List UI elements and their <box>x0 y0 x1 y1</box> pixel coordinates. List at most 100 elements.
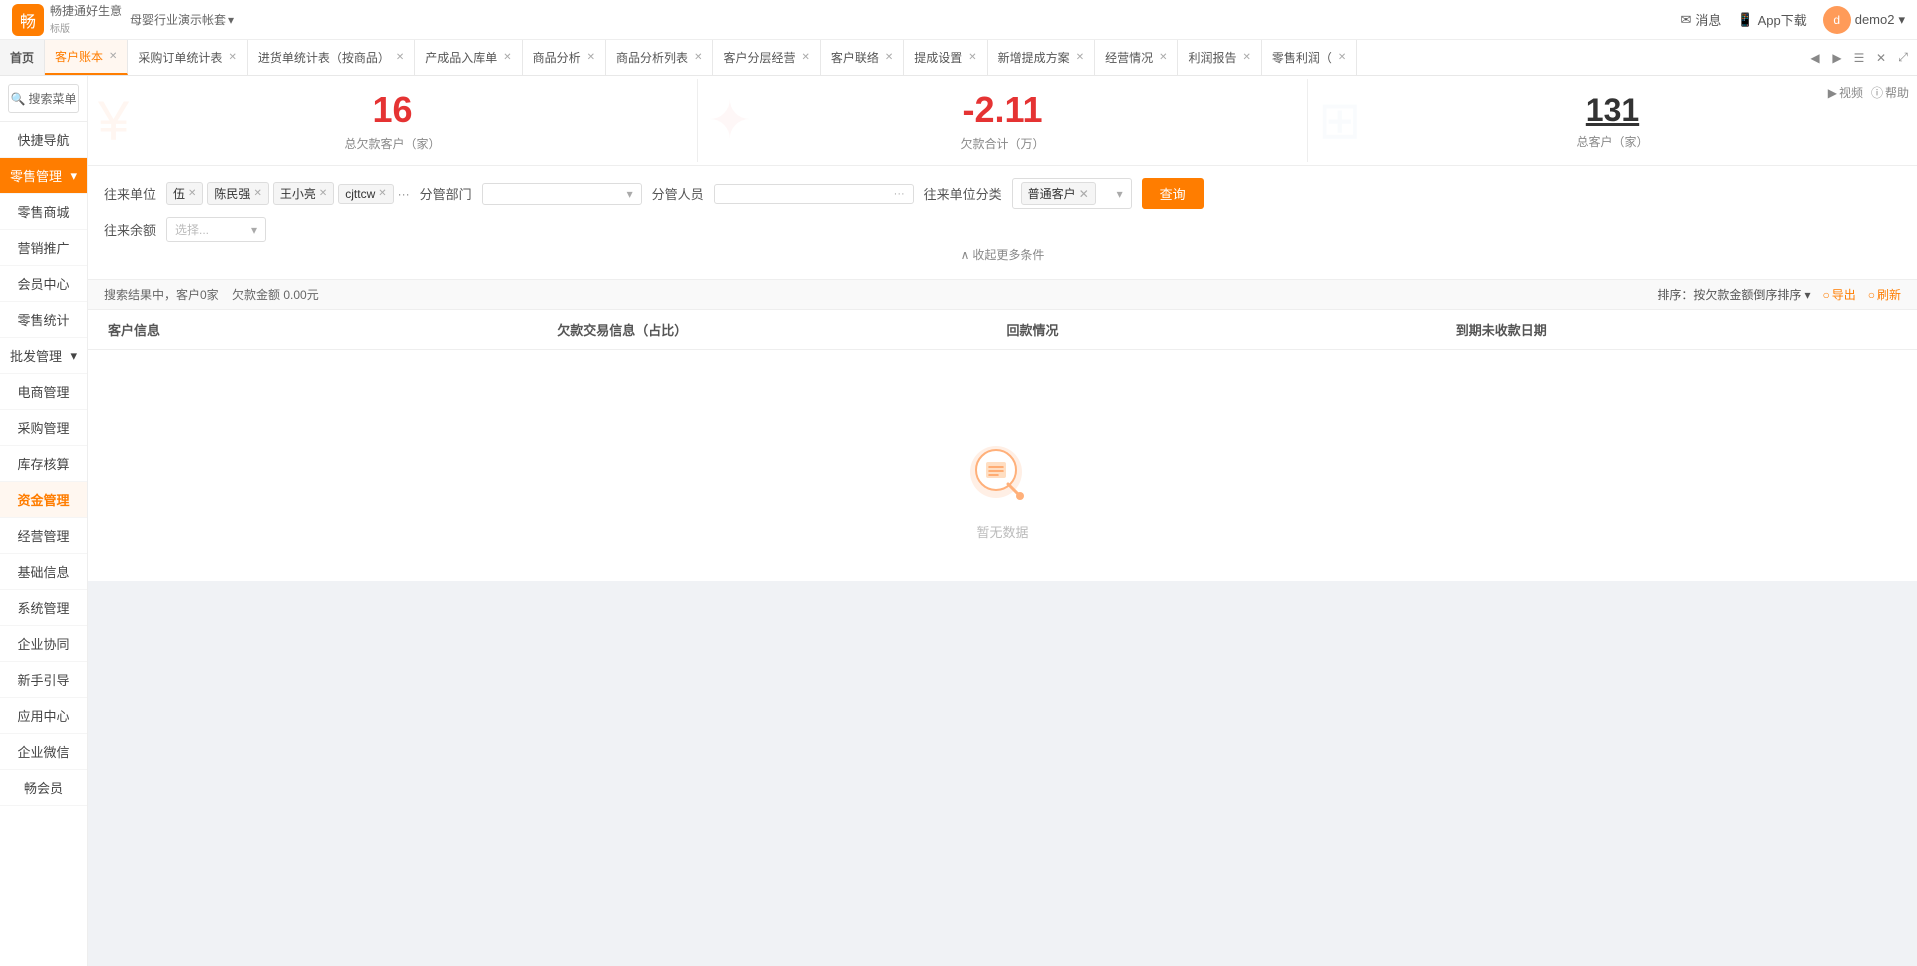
close-icon[interactable]: ✕ <box>1243 52 1251 63</box>
app-download-button[interactable]: 📱 App下载 <box>1737 10 1806 29</box>
help-button[interactable]: ⓘ 帮助 <box>1871 84 1909 101</box>
close-icon[interactable]: ✕ <box>109 51 117 62</box>
mobile-icon: 📱 <box>1737 12 1753 28</box>
tab-product-in[interactable]: 产成品入库单 ✕ <box>415 40 522 75</box>
sidebar-item-new-guide[interactable]: 新手引导 <box>0 662 87 698</box>
stat-clients-value: 131 <box>1586 92 1639 129</box>
collapse-area: ∧ 收起更多条件 <box>104 242 1901 267</box>
search-result-text: 搜索结果中，客户0家 欠款金额 0.00元 <box>104 286 319 303</box>
customer-layer-tab-label: 客户分层经营 <box>723 49 795 66</box>
chevron-down-icon: ▾ <box>1117 187 1123 201</box>
category-select[interactable]: 普通客户 ✕ ▾ <box>1012 178 1132 209</box>
close-icon[interactable]: ✕ <box>228 52 236 63</box>
filter-tag-cjttcw: cjttcw ✕ <box>338 184 393 204</box>
sidebar-item-enterprise[interactable]: 企业协同 <box>0 626 87 662</box>
tabs-menu-button[interactable]: ☰ <box>1849 48 1869 68</box>
sort-selector[interactable]: 排序：按欠款金额倒序排序 ▾ <box>1657 286 1810 303</box>
close-icon[interactable]: ✕ <box>694 52 702 63</box>
close-icon[interactable]: ✕ <box>801 52 809 63</box>
remove-tag-wang[interactable]: ✕ <box>319 188 327 199</box>
sidebar-item-quick-nav[interactable]: 快捷导航 <box>0 122 87 158</box>
remove-tag-wu[interactable]: ✕ <box>188 188 196 199</box>
close-icon[interactable]: ✕ <box>885 52 893 63</box>
stat-total-customers: ¥ 16 总欠款客户（家） <box>88 79 698 162</box>
chevron-down-icon: ▾ <box>251 223 257 237</box>
purchase-tab-label: 采购订单统计表 <box>138 49 222 66</box>
tab-profit[interactable]: 利润报告 ✕ <box>1178 40 1261 75</box>
sidebar-item-retail-mall[interactable]: 零售商城 <box>0 194 87 230</box>
unit-label: 往来单位 <box>104 184 156 203</box>
tabs-expand-button[interactable]: ⤢ <box>1893 48 1913 68</box>
dept-select[interactable]: ▾ <box>482 183 642 205</box>
sidebar-item-app-center[interactable]: 应用中心 <box>0 698 87 734</box>
close-icon[interactable]: ✕ <box>968 52 976 63</box>
query-button[interactable]: 查询 <box>1142 178 1204 209</box>
chevron-down-icon: ▾ <box>1898 12 1905 28</box>
close-icon[interactable]: ✕ <box>1159 52 1167 63</box>
message-button[interactable]: ✉ 消息 <box>1680 10 1721 29</box>
sidebar-item-vip-member[interactable]: 畅会员 <box>0 770 87 806</box>
sidebar-item-base-info[interactable]: 基础信息 <box>0 554 87 590</box>
tab-home[interactable]: 首页 <box>0 40 45 75</box>
tab-stock[interactable]: 进货单统计表（按商品） ✕ <box>248 40 415 75</box>
filter-tag-wu: 伍 ✕ <box>166 182 203 205</box>
sidebar-item-marketing[interactable]: 营销推广 <box>0 230 87 266</box>
collapse-button[interactable]: ∧ 收起更多条件 <box>961 246 1045 263</box>
sidebar-item-ecommerce[interactable]: 电商管理 <box>0 374 87 410</box>
sidebar-item-wholesale-mgmt[interactable]: 批发管理 ▾ <box>0 338 87 374</box>
person-more-button[interactable]: ··· <box>894 188 905 200</box>
close-icon[interactable]: ✕ <box>587 52 595 63</box>
remove-tag-chen[interactable]: ✕ <box>253 188 261 199</box>
sidebar-item-enterprise-wechat[interactable]: 企业微信 <box>0 734 87 770</box>
sidebar-item-purchase-mgmt[interactable]: 采购管理 <box>0 410 87 446</box>
sidebar-item-operations-mgmt[interactable]: 经营管理 <box>0 518 87 554</box>
sidebar-item-retail-stats[interactable]: 零售统计 <box>0 302 87 338</box>
tab-commission-new[interactable]: 新增提成方案 ✕ <box>988 40 1095 75</box>
filter-tag-chen: 陈民强 ✕ <box>207 182 268 205</box>
video-button[interactable]: ▶ 视频 <box>1828 84 1863 101</box>
remove-category-tag[interactable]: ✕ <box>1079 187 1089 201</box>
tab-operation[interactable]: 经营情况 ✕ <box>1095 40 1178 75</box>
logo-icon: 畅 <box>12 4 44 36</box>
tabs-close-all-button[interactable]: ✕ <box>1871 48 1891 68</box>
sidebar-item-inventory[interactable]: 库存核算 <box>0 446 87 482</box>
close-icon[interactable]: ✕ <box>503 52 511 63</box>
close-icon[interactable]: ✕ <box>1338 52 1346 63</box>
sidebar-item-retail-mgmt[interactable]: 零售管理 ▾ <box>0 158 87 194</box>
sidebar-item-finance[interactable]: 资金管理 <box>0 482 87 518</box>
tab-purchase[interactable]: 采购订单统计表 ✕ <box>128 40 247 75</box>
tab-goods-analysis[interactable]: 商品分析 ✕ <box>523 40 606 75</box>
refresh-button[interactable]: ○ 刷新 <box>1868 286 1901 303</box>
tab-customer-contact[interactable]: 客户联络 ✕ <box>821 40 904 75</box>
col-due-date: 到期未收款日期 <box>1452 320 1901 339</box>
tab-goods-list[interactable]: 商品分析列表 ✕ <box>606 40 713 75</box>
close-icon[interactable]: ✕ <box>396 52 404 63</box>
filter-area: 往来单位 伍 ✕ 陈民强 ✕ 王小亮 ✕ cjttcw <box>88 166 1917 280</box>
tabs-prev-button[interactable]: ◀ <box>1805 48 1825 68</box>
tab-customer-layer[interactable]: 客户分层经营 ✕ <box>713 40 820 75</box>
filter-more-button[interactable]: ··· <box>398 187 410 201</box>
tabs-next-button[interactable]: ▶ <box>1827 48 1847 68</box>
chevron-down-icon: ▾ <box>627 187 633 201</box>
stat-bg-star-icon: ✦ <box>708 91 752 151</box>
remove-tag-cjttcw[interactable]: ✕ <box>378 188 386 199</box>
balance-select[interactable]: 选择... ▾ <box>166 217 266 242</box>
export-button[interactable]: ○ 导出 <box>1822 286 1855 303</box>
avatar: d <box>1823 6 1851 34</box>
account-dropdown[interactable]: 母婴行业演示帐套 ▾ <box>130 11 234 28</box>
user-menu[interactable]: d demo2 ▾ <box>1823 6 1905 34</box>
sidebar-item-member-center[interactable]: 会员中心 <box>0 266 87 302</box>
search-menu-button[interactable]: 🔍 搜索菜单 <box>8 84 79 113</box>
empty-text: 暂无数据 <box>976 522 1028 541</box>
tab-commission-set[interactable]: 提成设置 ✕ <box>904 40 987 75</box>
commission-set-tab-label: 提成设置 <box>914 49 962 66</box>
result-actions: 排序：按欠款金额倒序排序 ▾ ○ 导出 ○ 刷新 <box>1657 286 1901 303</box>
stat-total-clients: ⊞ 131 总客户（家） <box>1308 82 1917 160</box>
person-input[interactable]: ··· <box>714 184 914 204</box>
goods-analysis-tab-label: 商品分析 <box>533 49 581 66</box>
tab-retail-profit[interactable]: 零售利润（ ✕ <box>1262 40 1357 75</box>
sidebar-item-system-mgmt[interactable]: 系统管理 <box>0 590 87 626</box>
tab-ledger[interactable]: 客户账本 ✕ <box>45 40 128 75</box>
close-icon[interactable]: ✕ <box>1076 52 1084 63</box>
profit-tab-label: 利润报告 <box>1188 49 1236 66</box>
